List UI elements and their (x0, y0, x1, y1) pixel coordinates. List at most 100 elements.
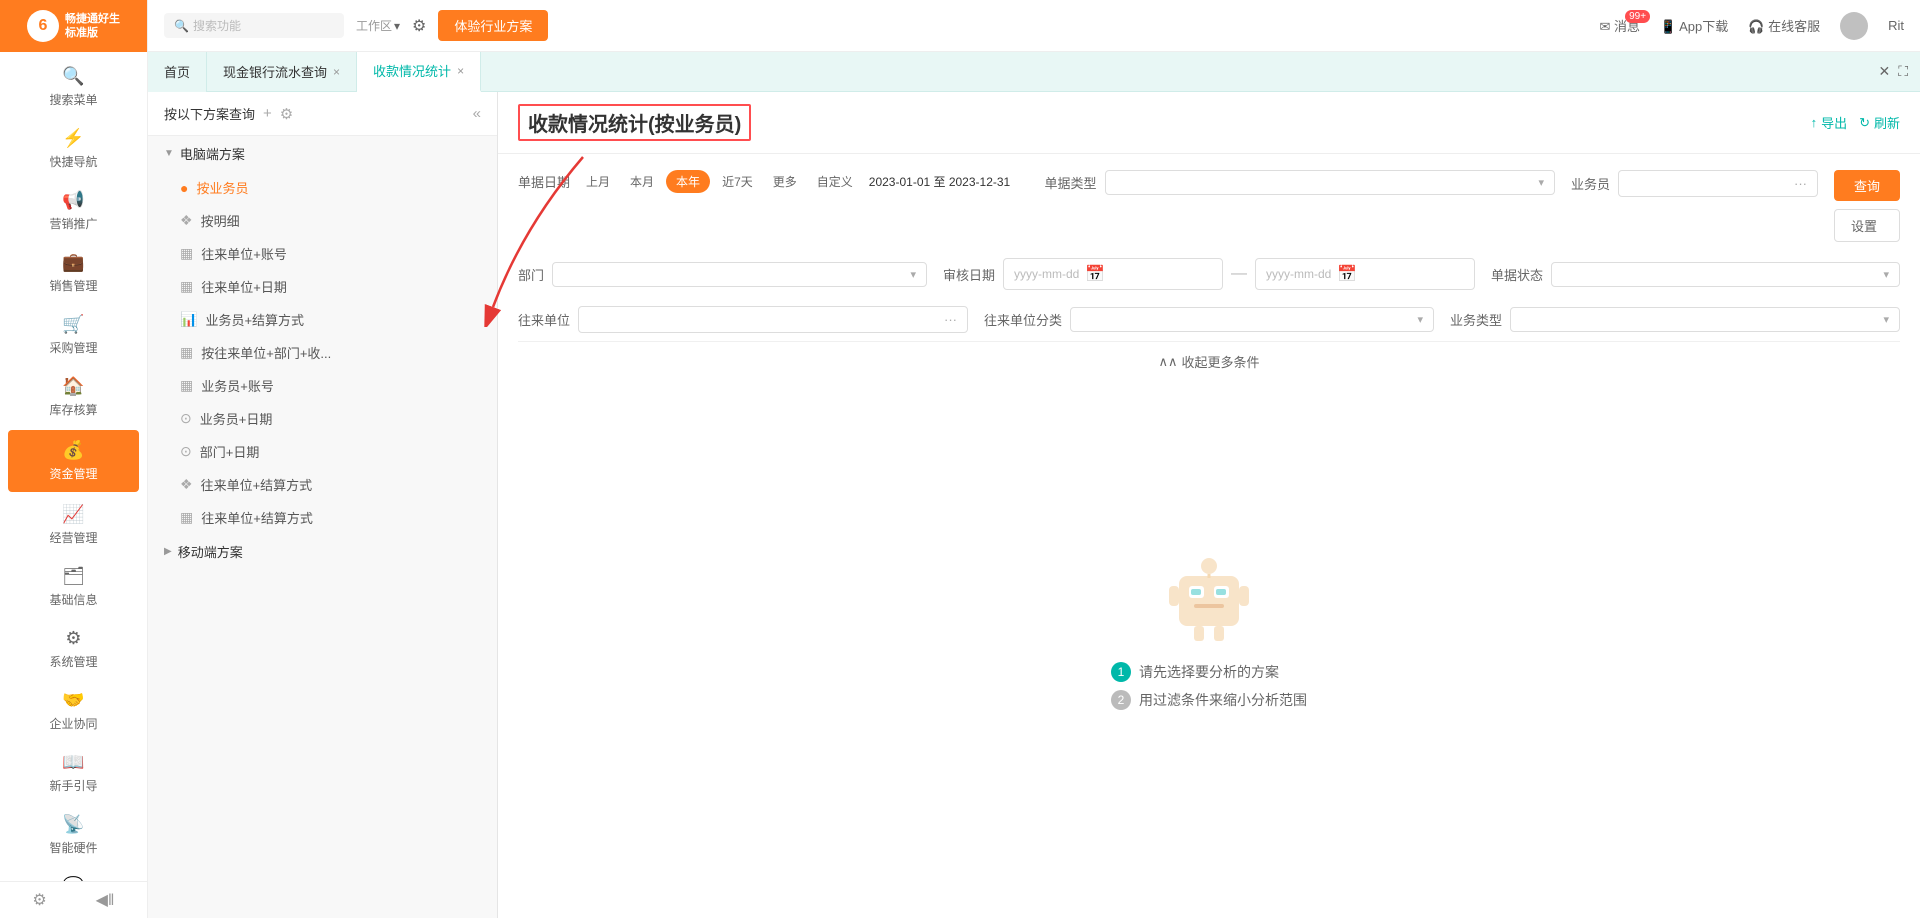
collapse-panel-btn[interactable]: « (473, 105, 481, 122)
menu-item-业务员+账号[interactable]: ▦业务员+账号 (148, 369, 497, 402)
menu-item-label: 业务员+日期 (200, 409, 273, 428)
sidebar-item-经营管理[interactable]: 📈经营管理 (0, 494, 147, 556)
sidebar-bottom: ⚙ ◀‖ (0, 881, 147, 918)
business-type-select[interactable]: ▾ (1510, 307, 1900, 332)
menu-item-按明细[interactable]: ❖按明细 (148, 204, 497, 237)
partner-more-icon[interactable]: ··· (944, 312, 957, 327)
section-title-移动端方案[interactable]: ▶ 移动端方案 (148, 534, 497, 569)
menu-item-按业务员[interactable]: ●按业务员 (148, 171, 497, 204)
nav-icon: 📖 (62, 752, 84, 773)
settings-bottom-icon[interactable]: ⚙ (32, 890, 46, 910)
partner-category-select[interactable]: ▾ (1070, 307, 1434, 332)
partner-category-label: 往来单位分类 (984, 310, 1062, 329)
refresh-btn[interactable]: ↻ 刷新 (1859, 113, 1900, 132)
export-label: 导出 (1821, 113, 1847, 132)
user-avatar[interactable] (1840, 12, 1868, 40)
menu-item-往来单位+结算方式[interactable]: ▦往来单位+结算方式 (148, 501, 497, 534)
customer-service-label: 在线客服 (1768, 19, 1820, 34)
customer-service-btn[interactable]: 🎧 在线客服 (1748, 16, 1820, 35)
refresh-icon: ↻ (1859, 115, 1870, 131)
date-btn-更多[interactable]: 更多 (765, 170, 805, 193)
sidebar-item-库存核算[interactable]: 🏠库存核算 (0, 366, 147, 428)
menu-item-icon: ⊙ (180, 443, 192, 460)
tabbar-right-actions: ✕⛶ (1878, 63, 1920, 80)
section-arrow-icon: ▶ (164, 546, 172, 557)
menu-item-业务员+结算方式[interactable]: 📊业务员+结算方式 (148, 303, 497, 336)
sidebar-item-搜索菜单[interactable]: 🔍搜索菜单 (0, 56, 147, 118)
nav-icon: 📡 (62, 814, 84, 835)
sidebar-item-资金管理[interactable]: 💰资金管理 (8, 430, 139, 492)
collapse-filter-btn[interactable]: ∧∧ 收起更多条件 (1158, 352, 1259, 371)
app-download-btn[interactable]: 📱 App下载 (1660, 16, 1728, 35)
partner-cat-chevron-icon: ▾ (1417, 313, 1423, 326)
topbar-gear-icon[interactable]: ⚙ (412, 16, 426, 36)
nav-icon: 🏠 (62, 376, 84, 397)
workspace-dropdown[interactable]: 工作区 ▾ (356, 17, 400, 34)
tab-close-btn[interactable]: × (457, 64, 464, 78)
calendar-from-icon[interactable]: 📅 (1085, 264, 1105, 284)
nav-label: 销售管理 (49, 277, 97, 294)
export-btn[interactable]: ↑ 导出 (1811, 113, 1848, 132)
search-icon: 🔍 (174, 19, 189, 33)
query-button[interactable]: 查询 (1834, 170, 1900, 201)
left-menu: ▼电脑端方案●按业务员❖按明细▦往来单位+账号▦往来单位+日期📊业务员+结算方式… (148, 136, 497, 569)
sidebar-item-新手引导[interactable]: 📖新手引导 (0, 742, 147, 804)
sidebar-item-销售管理[interactable]: 💼 销售管理 (0, 242, 147, 304)
date-btn-近7天[interactable]: 近7天 (714, 170, 761, 193)
menu-item-往来单位+账号[interactable]: ▦往来单位+账号 (148, 237, 497, 270)
sidebar-item-采购管理[interactable]: 🛒采购管理 (0, 304, 147, 366)
sidebar-item-快捷导航[interactable]: ⚡快捷导航 (0, 118, 147, 180)
tab-close-btn[interactable]: × (333, 65, 340, 79)
menu-item-icon: ▦ (180, 509, 193, 526)
tab-首页[interactable]: 首页 (148, 52, 207, 92)
export-icon: ↑ (1811, 115, 1818, 130)
messages-btn[interactable]: ✉ 消息 99+ (1600, 16, 1641, 35)
menu-item-按往来单位+部门+收...[interactable]: ▦按往来单位+部门+收... (148, 336, 497, 369)
menu-item-label: 业务员+结算方式 (205, 310, 304, 329)
close-window-btn[interactable]: ✕ (1878, 63, 1890, 80)
settings-button[interactable]: 设置 (1834, 209, 1900, 242)
menu-item-label: 业务员+账号 (201, 376, 274, 395)
menu-item-往来单位+结算方式[interactable]: ❖往来单位+结算方式 (148, 468, 497, 501)
maximize-btn[interactable]: ⛶ (1898, 63, 1908, 80)
menu-item-业务员+日期[interactable]: ⊙业务员+日期 (148, 402, 497, 435)
collapse-sidebar-icon[interactable]: ◀‖ (96, 890, 115, 910)
nav-icon: 💼 (62, 252, 84, 273)
sidebar-item-基础信息[interactable]: 🗂基础信息 (0, 556, 147, 618)
date-btn-自定义[interactable]: 自定义 (809, 170, 861, 193)
salesperson-select[interactable]: ··· (1618, 170, 1818, 197)
tab-label: 收款情况统计 (373, 61, 451, 80)
search-box[interactable]: 🔍 搜索功能 (164, 13, 344, 38)
scheme-settings-btn[interactable]: ⚙ (280, 105, 293, 123)
refresh-label: 刷新 (1874, 113, 1900, 132)
section-label: 移动端方案 (178, 542, 243, 561)
date-label: 单据日期 (518, 172, 570, 191)
add-scheme-btn[interactable]: + (263, 105, 272, 122)
audit-date-label: 审核日期 (943, 265, 995, 284)
section-title-电脑端方案[interactable]: ▼电脑端方案 (148, 136, 497, 171)
calendar-to-icon[interactable]: 📅 (1337, 264, 1357, 284)
audit-date-from-input[interactable]: yyyy-mm-dd 📅 (1003, 258, 1223, 290)
sidebar-item-智能硬件[interactable]: 📡智能硬件 (0, 804, 147, 866)
sidebar-item-系统管理[interactable]: ⚙系统管理 (0, 618, 147, 680)
date-btn-本月[interactable]: 本月 (622, 170, 662, 193)
salesperson-label: 业务员 (1571, 174, 1610, 193)
sidebar-item-营销推广[interactable]: 📢营销推广 (0, 180, 147, 242)
trial-button[interactable]: 体验行业方案 (438, 10, 548, 41)
sidebar-item-企业微信[interactable]: 💬企业微信 (0, 866, 147, 881)
date-btn-本年[interactable]: 本年 (666, 170, 710, 193)
tab-现金银行流水查询[interactable]: 现金银行流水查询× (207, 52, 357, 92)
dept-select[interactable]: ▾ (552, 262, 927, 287)
logo-text: 畅捷通好生 标准版 (65, 12, 120, 41)
tab-收款情况统计[interactable]: 收款情况统计 × (357, 52, 481, 92)
date-btn-上月[interactable]: 上月 (578, 170, 618, 193)
menu-item-部门+日期[interactable]: ⊙部门+日期 (148, 435, 497, 468)
voucher-status-select[interactable]: ▾ (1551, 262, 1900, 287)
partner-select[interactable]: ··· (578, 306, 968, 333)
menu-item-往来单位+日期[interactable]: ▦往来单位+日期 (148, 270, 497, 303)
workspace-name: 工作区 (356, 17, 392, 34)
voucher-type-select[interactable]: ▾ (1105, 170, 1555, 195)
sidebar-item-企业协同[interactable]: 🤝企业协同 (0, 680, 147, 742)
audit-date-to-input[interactable]: yyyy-mm-dd 📅 (1255, 258, 1475, 290)
salesperson-more-icon[interactable]: ··· (1794, 176, 1807, 191)
